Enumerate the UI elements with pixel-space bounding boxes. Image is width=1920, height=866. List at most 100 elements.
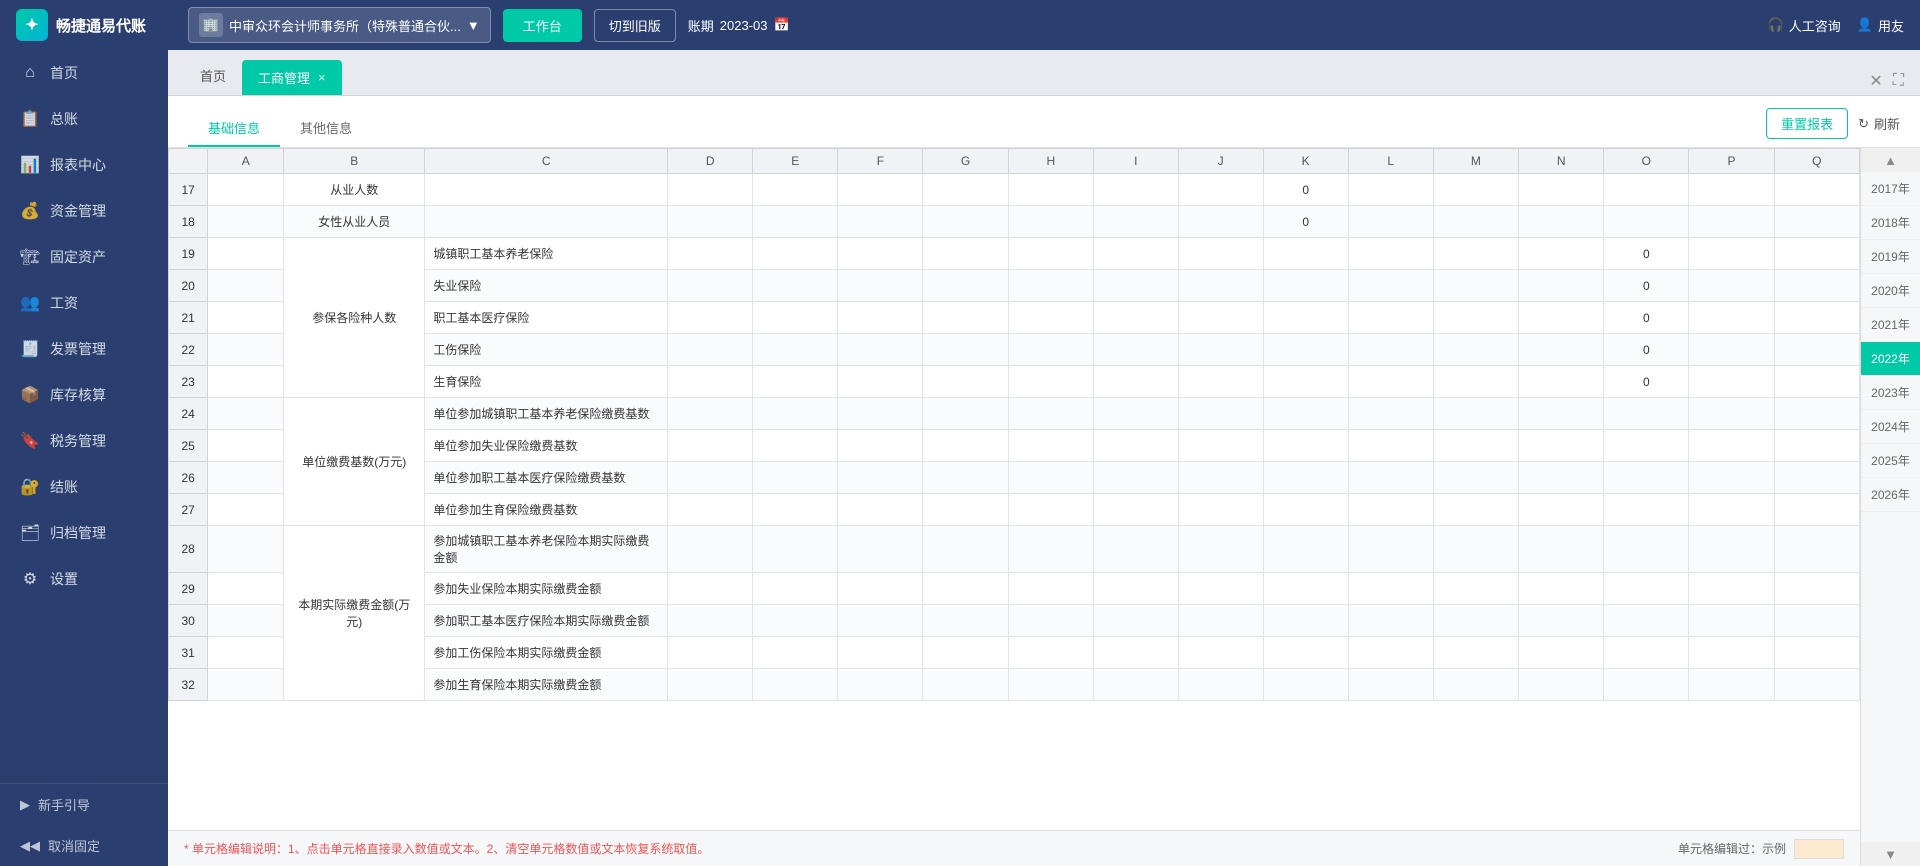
reset-report-button[interactable]: 重置报表 [1766,108,1848,139]
cell-19-k[interactable] [1263,238,1348,270]
cell-18-e[interactable] [753,206,838,238]
cell-32-k[interactable] [1263,669,1348,701]
cell-29-p[interactable] [1689,573,1774,605]
cell-27-d[interactable] [668,494,753,526]
cell-30-k[interactable] [1263,605,1348,637]
cell-29-q[interactable] [1774,573,1859,605]
cell-17-k[interactable]: 0 [1263,174,1348,206]
cell-28-l[interactable] [1348,526,1433,573]
cell-20-p[interactable] [1689,270,1774,302]
cell-32-j[interactable] [1178,669,1263,701]
cell-21-j[interactable] [1178,302,1263,334]
cell-20-a[interactable] [208,270,284,302]
cell-20-i[interactable] [1093,270,1178,302]
cell-19-e[interactable] [753,238,838,270]
cell-21-e[interactable] [753,302,838,334]
cell-24-g[interactable] [923,398,1008,430]
cell-29-m[interactable] [1433,573,1518,605]
cell-28-g[interactable] [923,526,1008,573]
cell-19-g[interactable] [923,238,1008,270]
sidebar-item-home[interactable]: ⌂ 首页 [0,50,168,96]
cell-21-f[interactable] [838,302,923,334]
cell-32-f[interactable] [838,669,923,701]
cell-22-g[interactable] [923,334,1008,366]
cell-29-a[interactable] [208,573,284,605]
cell-23-g[interactable] [923,366,1008,398]
cell-22-e[interactable] [753,334,838,366]
cell-32-d[interactable] [668,669,753,701]
sidebar-item-invoice[interactable]: 🧾 发票管理 [0,326,168,372]
cell-20-j[interactable] [1178,270,1263,302]
cell-31-n[interactable] [1519,637,1604,669]
cell-26-p[interactable] [1689,462,1774,494]
cell-27-j[interactable] [1178,494,1263,526]
calendar-icon[interactable]: 📅 [773,17,789,33]
cell-26-g[interactable] [923,462,1008,494]
cell-26-q[interactable] [1774,462,1859,494]
cell-21-l[interactable] [1348,302,1433,334]
cell-17-q[interactable] [1774,174,1859,206]
cell-27-o[interactable] [1604,494,1689,526]
cell-30-p[interactable] [1689,605,1774,637]
cell-22-l[interactable] [1348,334,1433,366]
cell-28-h[interactable] [1008,526,1093,573]
cell-31-e[interactable] [753,637,838,669]
cell-32-m[interactable] [1433,669,1518,701]
year-item-2022[interactable]: 2022年 [1861,342,1920,376]
cell-25-e[interactable] [753,430,838,462]
year-item-2018[interactable]: 2018年 [1861,206,1920,240]
cell-24-d[interactable] [668,398,753,430]
cell-32-l[interactable] [1348,669,1433,701]
cell-23-m[interactable] [1433,366,1518,398]
tab-home[interactable]: 首页 [184,58,242,95]
cell-30-q[interactable] [1774,605,1859,637]
cell-21-h[interactable] [1008,302,1093,334]
cell-27-f[interactable] [838,494,923,526]
cell-30-l[interactable] [1348,605,1433,637]
cell-23-f[interactable] [838,366,923,398]
cell-28-c[interactable]: 参加城镇职工基本养老保险本期实际缴费金额 [425,526,668,573]
cell-22-q[interactable] [1774,334,1859,366]
sidebar-item-archive[interactable]: 🗂 归档管理 [0,510,168,556]
cell-20-k[interactable] [1263,270,1348,302]
cell-24-k[interactable] [1263,398,1348,430]
cell-27-m[interactable] [1433,494,1518,526]
cell-22-a[interactable] [208,334,284,366]
cell-23-k[interactable] [1263,366,1348,398]
cell-25-n[interactable] [1519,430,1604,462]
cell-25-c[interactable]: 单位参加失业保险缴费基数 [425,430,668,462]
cell-17-h[interactable] [1008,174,1093,206]
cell-29-h[interactable] [1008,573,1093,605]
cell-25-l[interactable] [1348,430,1433,462]
cell-21-m[interactable] [1433,302,1518,334]
cell-18-b[interactable]: 女性从业人员 [284,206,425,238]
ai-consult-button[interactable]: 🎧 人工咨询 [1768,16,1841,35]
cell-22-d[interactable] [668,334,753,366]
cell-29-i[interactable] [1093,573,1178,605]
cell-31-k[interactable] [1263,637,1348,669]
cell-23-e[interactable] [753,366,838,398]
cell-21-i[interactable] [1093,302,1178,334]
cell-19-c[interactable]: 城镇职工基本养老保险 [425,238,668,270]
cell-30-m[interactable] [1433,605,1518,637]
cell-29-c[interactable]: 参加失业保险本期实际缴费金额 [425,573,668,605]
spreadsheet-container[interactable]: A B C D E F G H I J [168,148,1860,830]
tab-close-icon[interactable]: × [318,70,326,85]
cell-17-c[interactable] [425,174,668,206]
cell-30-a[interactable] [208,605,284,637]
cell-19-i[interactable] [1093,238,1178,270]
cell-31-q[interactable] [1774,637,1859,669]
cell-18-l[interactable] [1348,206,1433,238]
cell-20-o[interactable]: 0 [1604,270,1689,302]
cell-30-n[interactable] [1519,605,1604,637]
cell-25-i[interactable] [1093,430,1178,462]
cell-31-g[interactable] [923,637,1008,669]
cell-26-k[interactable] [1263,462,1348,494]
cell-30-f[interactable] [838,605,923,637]
cell-17-p[interactable] [1689,174,1774,206]
cell-31-l[interactable] [1348,637,1433,669]
cell-28-d[interactable] [668,526,753,573]
cell-24-c[interactable]: 单位参加城镇职工基本养老保险缴费基数 [425,398,668,430]
company-selector[interactable]: 🏢 中审众环会计师事务所（特殊普通合伙... ▼ [188,7,491,43]
cell-29-l[interactable] [1348,573,1433,605]
